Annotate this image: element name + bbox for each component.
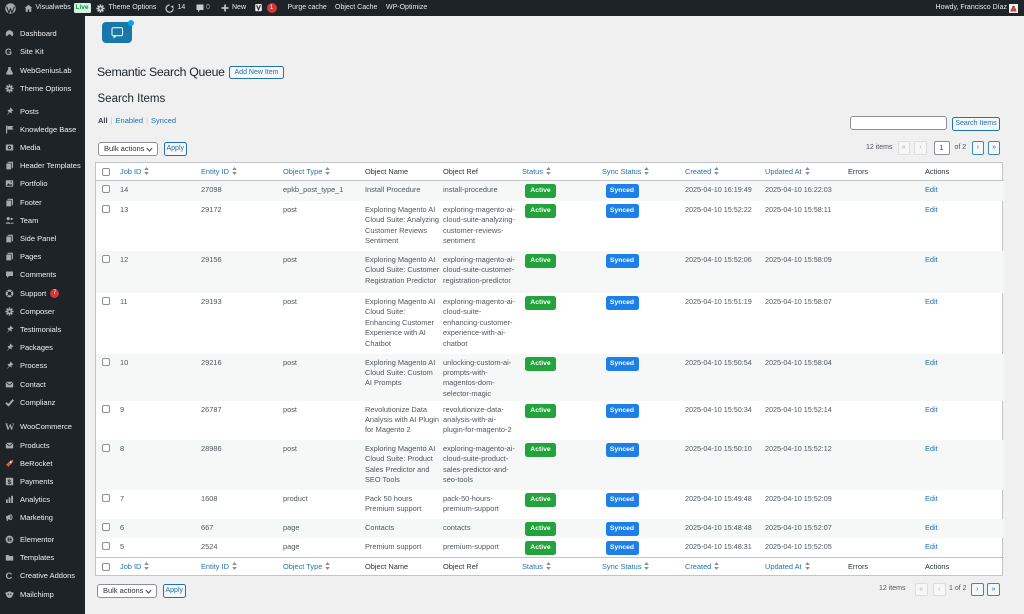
svg-text:G: G (5, 47, 12, 56)
svg-text:W: W (5, 423, 14, 431)
svg-text:C: C (6, 571, 13, 580)
svg-text:$: $ (8, 479, 12, 486)
